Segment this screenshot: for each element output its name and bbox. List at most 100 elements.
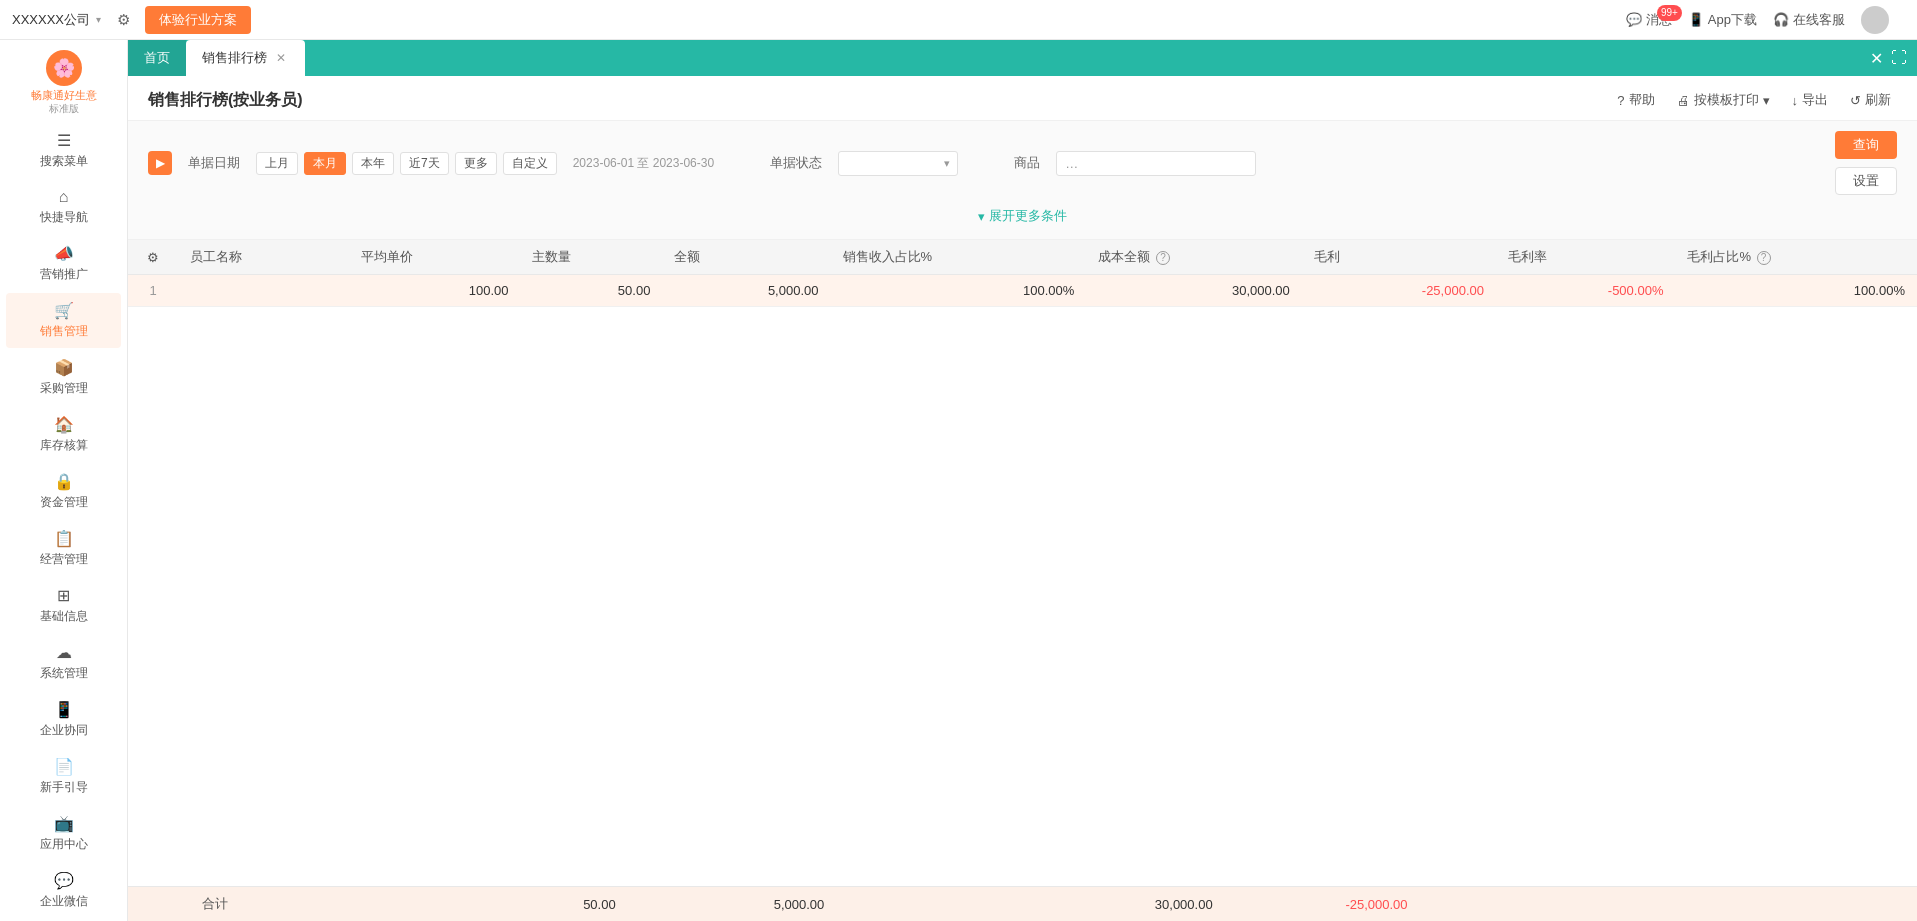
sidebar-item-shortcut[interactable]: ⌂ 快捷导航: [6, 180, 121, 234]
status-filter-label: 单据状态: [770, 154, 822, 172]
sidebar-item-finance[interactable]: 🔒 资金管理: [6, 464, 121, 519]
sidebar-item-basics[interactable]: ⊞ 基础信息: [6, 578, 121, 633]
tab-bar: 首页 销售排行榜 ✕ ✕ ⛶: [128, 40, 1917, 76]
purchase-icon: 📦: [54, 358, 74, 377]
sales-icon: 🛒: [54, 301, 74, 320]
sidebar-item-system[interactable]: ☁ 系统管理: [6, 635, 121, 690]
filter-collapse-button[interactable]: ▶: [148, 151, 172, 175]
page-actions: ? 帮助 🖨 按模板打印 ▾ ↓ 导出 ↺ 刷新: [1611, 88, 1897, 112]
avatar[interactable]: [1861, 6, 1889, 34]
app-download-button[interactable]: 📱 App下载: [1688, 11, 1757, 29]
col-sales-pct: 销售收入占比%: [831, 240, 1087, 275]
refresh-label: 刷新: [1865, 91, 1891, 109]
sidebar-label-finance: 资金管理: [40, 494, 88, 511]
sidebar-item-collab[interactable]: 📱 企业协同: [6, 692, 121, 747]
settings-button[interactable]: 设置: [1835, 167, 1897, 195]
help-label: 帮助: [1629, 91, 1655, 109]
table-container: ⚙ 员工名称 平均单价 主数量 全额 销售收入占比% 成本全额 ? 毛利 毛利率: [128, 240, 1917, 886]
date-btn-more[interactable]: 更多: [455, 152, 497, 175]
message-button[interactable]: 💬 消息 99+: [1626, 11, 1672, 29]
product-input[interactable]: …: [1056, 151, 1256, 176]
operation-icon: 📋: [54, 529, 74, 548]
sidebar-item-sales[interactable]: 🛒 销售管理: [6, 293, 121, 348]
tab-fullscreen-icon[interactable]: ⛶: [1891, 49, 1907, 67]
footer-qty: 50.00: [571, 897, 762, 912]
footer-amount: 5,000.00: [762, 897, 953, 912]
sidebar-item-purchase[interactable]: 📦 采购管理: [6, 350, 121, 405]
marketing-icon: 📣: [54, 244, 74, 263]
date-btn-custom[interactable]: 自定义: [503, 152, 557, 175]
expand-label: 展开更多条件: [989, 207, 1067, 225]
query-button[interactable]: 查询: [1835, 131, 1897, 159]
tab-home[interactable]: 首页: [128, 40, 186, 76]
sidebar-item-guide[interactable]: 📄 新手引导: [6, 749, 121, 804]
col-qty: 主数量: [520, 240, 662, 275]
tab-close-icon[interactable]: ✕: [273, 50, 289, 66]
sidebar-label-apps: 应用中心: [40, 836, 88, 853]
cell-avg-price: 100.00: [349, 275, 520, 307]
status-select[interactable]: [838, 151, 958, 176]
refresh-icon: ↺: [1850, 93, 1861, 108]
expand-more-button[interactable]: ▾ 展开更多条件: [970, 203, 1075, 229]
footer-gross: -25,000.00: [1333, 897, 1524, 912]
cell-gross-pct: 100.00%: [1675, 275, 1917, 307]
service-label: 在线客服: [1793, 11, 1845, 29]
settings-icon[interactable]: ⚙: [109, 6, 137, 34]
sidebar-label-collab: 企业协同: [40, 722, 88, 739]
sidebar-item-search[interactable]: ☰ 搜索菜单: [6, 123, 121, 178]
sidebar-item-operation[interactable]: 📋 经营管理: [6, 521, 121, 576]
date-btn-7days[interactable]: 近7天: [400, 152, 449, 175]
gross-pct-info-icon[interactable]: ?: [1757, 251, 1771, 265]
sidebar-item-inventory[interactable]: 🏠 库存核算: [6, 407, 121, 462]
print-chevron-icon: ▾: [1763, 93, 1770, 108]
trial-button[interactable]: 体验行业方案: [145, 6, 251, 34]
guide-icon: 📄: [54, 757, 74, 776]
sidebar: 🌸 畅康通好生意 标准版 ☰ 搜索菜单 ⌂ 快捷导航 📣 营销推广 🛒 销售管理…: [0, 40, 128, 921]
tab-close-window-icon[interactable]: ✕: [1870, 49, 1883, 68]
sidebar-item-marketing[interactable]: 📣 营销推广: [6, 236, 121, 291]
logo-name: 畅康通好生意: [31, 88, 97, 102]
basics-icon: ⊞: [57, 586, 70, 605]
help-button[interactable]: ? 帮助: [1611, 88, 1660, 112]
sidebar-item-wechat[interactable]: 💬 企业微信: [6, 863, 121, 918]
company-selector[interactable]: XXXXXX公司 ▾: [12, 11, 101, 29]
finance-icon: 🔒: [54, 472, 74, 491]
message-badge: 99+: [1657, 5, 1682, 21]
cost-info-icon[interactable]: ?: [1156, 251, 1170, 265]
page-header: 销售排行榜(按业务员) ? 帮助 🖨 按模板打印 ▾ ↓ 导出: [128, 76, 1917, 121]
sidebar-label-wechat: 企业微信: [40, 893, 88, 910]
export-button[interactable]: ↓ 导出: [1786, 88, 1835, 112]
export-icon: ↓: [1792, 93, 1799, 108]
date-btn-this-year[interactable]: 本年: [352, 152, 394, 175]
service-icon: 🎧: [1773, 12, 1789, 27]
content-area: 首页 销售排行榜 ✕ ✕ ⛶ 销售排行榜(按业务员) ? 帮助: [128, 40, 1917, 921]
inventory-icon: 🏠: [54, 415, 74, 434]
sidebar-item-apps[interactable]: 📺 应用中心: [6, 806, 121, 861]
refresh-button[interactable]: ↺ 刷新: [1844, 88, 1897, 112]
col-settings[interactable]: ⚙: [128, 240, 178, 275]
sidebar-label-inventory: 库存核算: [40, 437, 88, 454]
top-bar: XXXXXX公司 ▾ ⚙ 体验行业方案 💬 消息 99+ 📱 App下载 🎧 在…: [0, 0, 1917, 40]
col-avg-price: 平均单价: [349, 240, 520, 275]
sidebar-label-system: 系统管理: [40, 665, 88, 682]
help-icon: ?: [1617, 93, 1624, 108]
cell-sales-pct: 100.00%: [831, 275, 1087, 307]
date-btn-last-month[interactable]: 上月: [256, 152, 298, 175]
apps-icon: 📺: [54, 814, 74, 833]
cell-rank: 1: [128, 275, 178, 307]
date-btn-this-month[interactable]: 本月: [304, 152, 346, 175]
sidebar-label-shortcut: 快捷导航: [40, 209, 88, 226]
sidebar-label-search: 搜索菜单: [40, 153, 88, 170]
main-layout: 🌸 畅康通好生意 标准版 ☰ 搜索菜单 ⌂ 快捷导航 📣 营销推广 🛒 销售管理…: [0, 40, 1917, 921]
wechat-icon: 💬: [54, 871, 74, 890]
print-button[interactable]: 🖨 按模板打印 ▾: [1671, 88, 1776, 112]
online-service-button[interactable]: 🎧 在线客服: [1773, 11, 1845, 29]
col-name: 员工名称: [178, 240, 349, 275]
col-gross-pct: 毛利占比% ?: [1675, 240, 1917, 275]
sidebar-logo: 🌸 畅康通好生意 标准版: [0, 40, 127, 122]
col-amount: 全额: [662, 240, 830, 275]
expand-row: ▾ 展开更多条件: [148, 203, 1897, 229]
status-select-wrapper: [838, 151, 958, 176]
tab-sales-rank[interactable]: 销售排行榜 ✕: [186, 40, 305, 76]
app-label: App下载: [1708, 11, 1757, 29]
